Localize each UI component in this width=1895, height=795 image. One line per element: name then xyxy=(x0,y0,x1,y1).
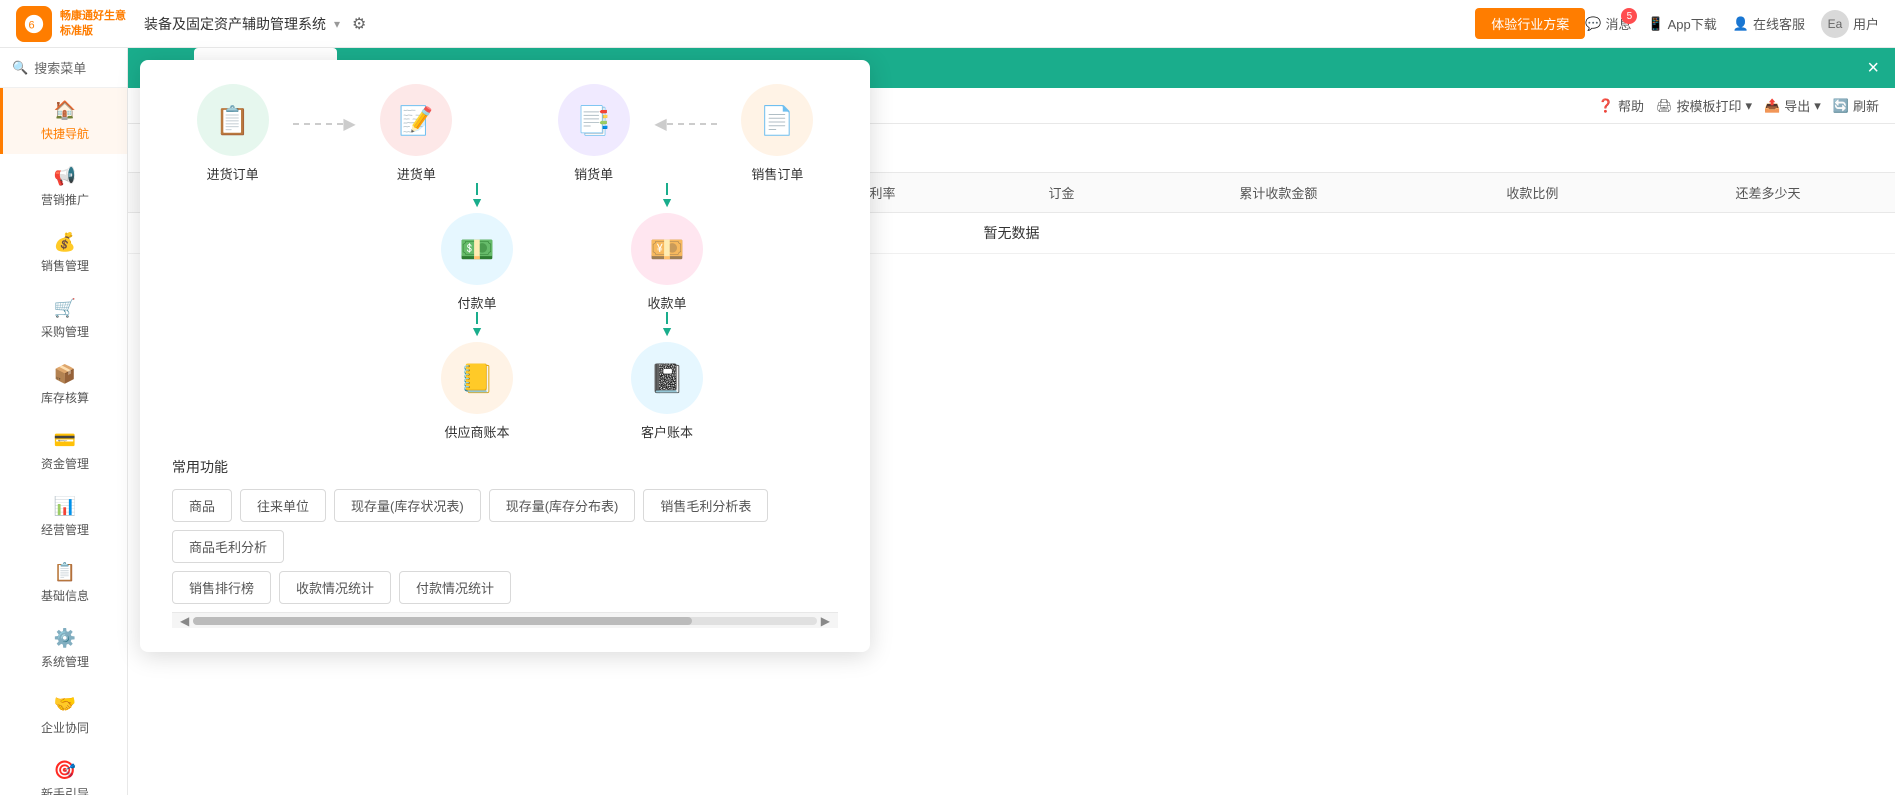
sales-order-icon: 📄 xyxy=(760,104,795,137)
payment-circle: 💵 xyxy=(441,213,513,285)
customer-ledger-icon: 📓 xyxy=(650,362,685,395)
common-btns-row2: 销售排行榜 收款情况统计 付款情况统计 xyxy=(172,571,838,604)
scroll-thumb[interactable] xyxy=(193,617,692,625)
flow-node-purchase-order: 📋 进货订单 xyxy=(172,84,293,183)
common-btn-product-profit[interactable]: 商品毛利分析 xyxy=(172,530,284,563)
popup-modal: 📋 进货订单 ▶ 📝 进货单 xyxy=(140,60,870,652)
sales-receipt-icon: 📑 xyxy=(576,104,611,137)
common-btn-sales-rank[interactable]: 销售排行榜 xyxy=(172,571,271,604)
receipt-circle: 💴 xyxy=(631,213,703,285)
common-btn-receipt-stats[interactable]: 收款情况统计 xyxy=(279,571,391,604)
scroll-bar-area: ◀ ▶ xyxy=(172,612,838,628)
common-btn-inventory-dist[interactable]: 现存量(库存分布表) xyxy=(489,489,636,522)
payment-icon: 💵 xyxy=(460,233,495,266)
connector-2: ◀ xyxy=(654,114,716,154)
customer-ledger-label: 客户账本 xyxy=(641,422,693,441)
supplier-ledger-icon: 📒 xyxy=(460,362,495,395)
common-btn-inventory-status[interactable]: 现存量(库存状况表) xyxy=(334,489,481,522)
flow-node-supplier-ledger: 📒 供应商账本 xyxy=(412,342,542,441)
common-btns-row1: 商品 往来单位 现存量(库存状况表) 现存量(库存分布表) 销售毛利分析表 商品… xyxy=(172,489,838,563)
common-btn-contact[interactable]: 往来单位 xyxy=(240,489,326,522)
purchase-receipt-circle: 📝 xyxy=(380,84,452,156)
receipt-icon: 💴 xyxy=(650,233,685,266)
purchase-order-circle: 📋 xyxy=(197,84,269,156)
down-arrow-sales: ▼ xyxy=(602,183,732,209)
sales-receipt-circle: 📑 xyxy=(558,84,630,156)
purchase-receipt-label: 进货单 xyxy=(397,164,436,183)
common-btn-product[interactable]: 商品 xyxy=(172,489,232,522)
down-arrow-receipt: ▼ xyxy=(602,312,732,338)
purchase-order-label: 进货订单 xyxy=(207,164,259,183)
down-arrow-payment: ▼ xyxy=(412,312,542,338)
flow-node-payment: 💵 付款单 xyxy=(412,213,542,312)
scroll-track[interactable] xyxy=(193,617,817,625)
customer-ledger-circle: 📓 xyxy=(631,342,703,414)
supplier-ledger-circle: 📒 xyxy=(441,342,513,414)
connector-1: ▶ xyxy=(293,114,355,154)
sales-receipt-label: 销货单 xyxy=(574,164,613,183)
purchase-receipt-icon: 📝 xyxy=(399,104,434,137)
common-btn-sales-profit[interactable]: 销售毛利分析表 xyxy=(643,489,768,522)
flow-node-receipt: 💴 收款单 xyxy=(602,213,732,312)
common-btn-payment-stats[interactable]: 付款情况统计 xyxy=(399,571,511,604)
sales-order-label: 销售订单 xyxy=(751,164,803,183)
scroll-right-btn[interactable]: ▶ xyxy=(817,614,834,628)
scroll-left-btn[interactable]: ◀ xyxy=(176,614,193,628)
sales-order-circle: 📄 xyxy=(741,84,813,156)
flow-node-sales-order: 📄 销售订单 xyxy=(717,84,838,183)
down-arrow-purchase: ▼ xyxy=(412,183,542,209)
payment-label: 付款单 xyxy=(457,293,496,312)
common-functions-section: 常用功能 商品 往来单位 现存量(库存状况表) 现存量(库存分布表) 销售毛利分… xyxy=(172,457,838,604)
purchase-order-icon: 📋 xyxy=(215,104,250,137)
receipt-label: 收款单 xyxy=(647,293,686,312)
flow-node-customer-ledger: 📓 客户账本 xyxy=(602,342,732,441)
flow-node-sales-receipt: 📑 销货单 xyxy=(533,84,654,183)
popup-overlay: 📋 进货订单 ▶ 📝 进货单 xyxy=(0,0,1895,795)
supplier-ledger-label: 供应商账本 xyxy=(444,422,509,441)
common-functions-title: 常用功能 xyxy=(172,457,838,477)
flow-node-purchase-receipt: 📝 进货单 xyxy=(356,84,477,183)
